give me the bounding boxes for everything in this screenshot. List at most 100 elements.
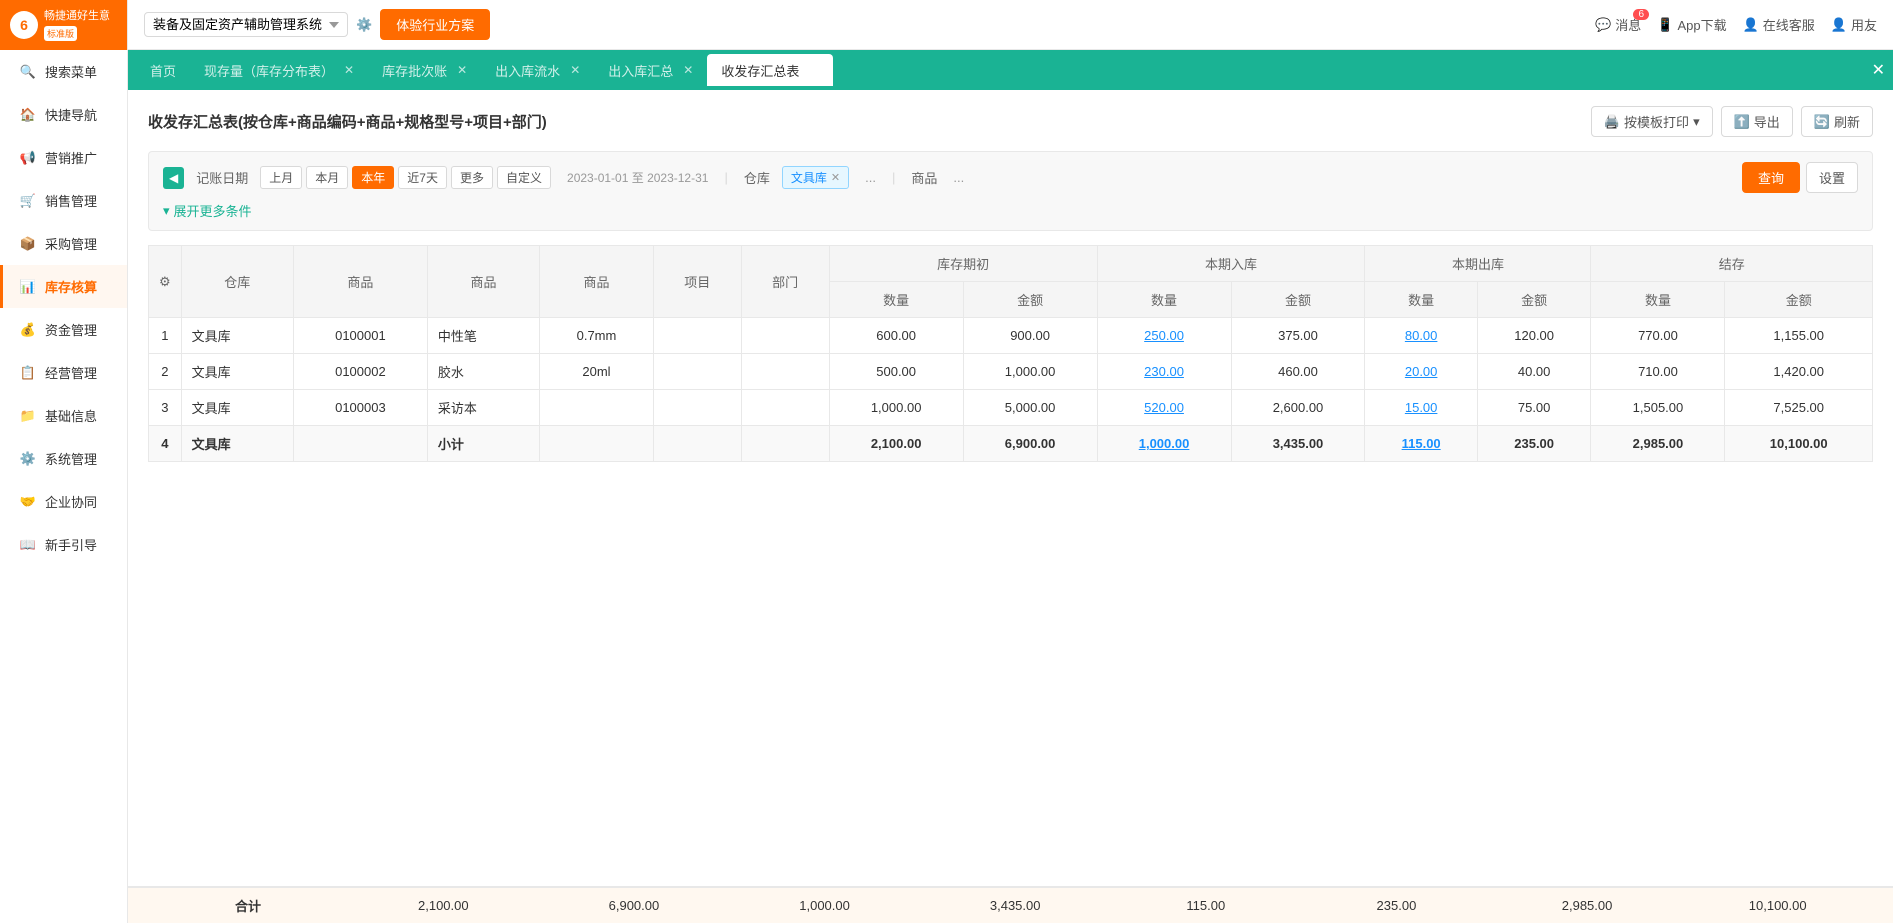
page-content: 收发存汇总表(按仓库+商品编码+商品+规格型号+项目+部门) 🖨️ 按模板打印 …: [128, 90, 1893, 886]
tab-home[interactable]: 首页: [136, 54, 190, 86]
date-btn-last-month[interactable]: 上月: [260, 166, 302, 189]
expand-conditions-btn[interactable]: ▾ 展开更多条件: [163, 201, 1858, 220]
tab-inventory-dist-close[interactable]: ✕: [344, 63, 354, 77]
footer-incoming-qty: 1,000.00: [729, 898, 920, 913]
app-download-label: App下载: [1677, 15, 1726, 34]
th-incoming-amt: 金额: [1231, 282, 1365, 318]
sidebar-item-system[interactable]: ⚙️ 系统管理: [0, 437, 127, 480]
online-service-btn[interactable]: 👤 在线客服: [1743, 15, 1815, 34]
date-btn-7days[interactable]: 近7天: [398, 166, 447, 189]
sidebar-item-label: 经营管理: [45, 363, 97, 382]
row-closing-qty: 770.00: [1591, 318, 1725, 354]
row-department: [741, 390, 829, 426]
row-closing-amt: 10,100.00: [1725, 426, 1873, 462]
sidebar-item-guide[interactable]: 📖 新手引导: [0, 523, 127, 566]
row-outgoing-qty[interactable]: 15.00: [1365, 390, 1477, 426]
system-select[interactable]: 装备及固定资产辅助管理系统: [144, 12, 348, 37]
tab-flow[interactable]: 出入库流水 ✕: [481, 54, 594, 86]
row-incoming-amt: 460.00: [1231, 354, 1365, 390]
tab-collect-summary-close[interactable]: ✕: [809, 63, 819, 77]
search-btn[interactable]: 查询: [1742, 162, 1800, 193]
tab-collect-summary[interactable]: 收发存汇总表 ✕: [707, 54, 833, 86]
sidebar-item-search[interactable]: 🔍 搜索菜单: [0, 50, 127, 93]
inventory-icon: 📊: [19, 278, 37, 296]
row-outgoing-amt: 40.00: [1477, 354, 1591, 390]
row-opening-qty: 2,100.00: [829, 426, 963, 462]
tab-flow-close[interactable]: ✕: [570, 63, 580, 77]
sidebar-item-finance[interactable]: 💰 资金管理: [0, 308, 127, 351]
date-btn-custom[interactable]: 自定义: [497, 166, 551, 189]
tab-batch-label: 库存批次账: [382, 61, 447, 80]
tab-batch[interactable]: 库存批次账 ✕: [368, 54, 481, 86]
row-incoming-qty[interactable]: 230.00: [1097, 354, 1231, 390]
sidebar-item-sales[interactable]: 🛒 销售管理: [0, 179, 127, 222]
experience-btn[interactable]: 体验行业方案: [380, 9, 490, 40]
date-btn-this-month[interactable]: 本月: [306, 166, 348, 189]
service-icon: 👤: [1743, 17, 1759, 33]
set-btn[interactable]: 设置: [1806, 162, 1858, 193]
sidebar-item-enterprise[interactable]: 🤝 企业协同: [0, 480, 127, 523]
th-opening-group: 库存期初: [829, 246, 1097, 282]
sidebar-item-purchase[interactable]: 📦 采购管理: [0, 222, 127, 265]
row-warehouse: 文具库: [181, 426, 293, 462]
sidebar-item-quick-nav[interactable]: 🏠 快捷导航: [0, 93, 127, 136]
refresh-btn[interactable]: 🔄 刷新: [1801, 106, 1873, 137]
th-product-spec: 商品: [540, 246, 654, 318]
tab-inventory-dist[interactable]: 现存量（库存分布表） ✕: [190, 54, 368, 86]
expand-conditions-label: 展开更多条件: [174, 201, 252, 220]
row-incoming-qty[interactable]: 1,000.00: [1097, 426, 1231, 462]
row-opening-amt: 900.00: [963, 318, 1097, 354]
notification-btn[interactable]: 💬 消息 6: [1595, 15, 1641, 34]
row-opening-amt: 6,900.00: [963, 426, 1097, 462]
sidebar-item-label: 销售管理: [45, 191, 97, 210]
tabs-close-all[interactable]: ✕: [1872, 60, 1885, 80]
row-closing-amt: 1,155.00: [1725, 318, 1873, 354]
notification-count: 6: [1633, 9, 1649, 20]
date-btn-more[interactable]: 更多: [451, 166, 493, 189]
header-left: 装备及固定资产辅助管理系统 ⚙️ 体验行业方案: [144, 9, 490, 40]
row-warehouse: 文具库: [181, 354, 293, 390]
online-service-label: 在线客服: [1763, 15, 1815, 34]
row-product-code: 0100001: [293, 318, 427, 354]
th-settings[interactable]: ⚙: [149, 246, 182, 318]
purchase-icon: 📦: [19, 235, 37, 253]
product-more[interactable]: ...: [953, 170, 964, 185]
row-incoming-qty[interactable]: 520.00: [1097, 390, 1231, 426]
tab-batch-close[interactable]: ✕: [457, 63, 467, 77]
row-outgoing-qty[interactable]: 80.00: [1365, 318, 1477, 354]
app-download-btn[interactable]: 📱 App下载: [1657, 15, 1726, 34]
basic-info-icon: 📁: [19, 407, 37, 425]
print-btn[interactable]: 🖨️ 按模板打印 ▾: [1591, 106, 1713, 137]
gear-icon[interactable]: ⚙️: [356, 17, 372, 33]
sidebar-item-marketing[interactable]: 📢 营销推广: [0, 136, 127, 179]
chevron-down-icon: ▾: [1693, 114, 1700, 130]
table-settings-icon[interactable]: ⚙: [159, 274, 171, 289]
warehouse-more[interactable]: ...: [865, 170, 876, 185]
date-btn-this-year[interactable]: 本年: [352, 166, 394, 189]
row-outgoing-qty[interactable]: 20.00: [1365, 354, 1477, 390]
user-btn[interactable]: 👤 用友: [1831, 15, 1877, 34]
filter-collapse-btn[interactable]: ◀: [163, 167, 184, 189]
th-opening-amt: 金额: [963, 282, 1097, 318]
date-range-text: 2023-01-01 至 2023-12-31: [567, 169, 708, 186]
page-title-bar: 收发存汇总表(按仓库+商品编码+商品+规格型号+项目+部门) 🖨️ 按模板打印 …: [148, 106, 1873, 137]
page-title: 收发存汇总表(按仓库+商品编码+商品+规格型号+项目+部门): [148, 111, 547, 132]
warehouse-tag-remove[interactable]: ✕: [831, 171, 840, 184]
tab-summary-close[interactable]: ✕: [683, 63, 693, 77]
page-inner: 收发存汇总表(按仓库+商品编码+商品+规格型号+项目+部门) 🖨️ 按模板打印 …: [128, 90, 1893, 478]
row-opening-amt: 5,000.00: [963, 390, 1097, 426]
row-incoming-qty[interactable]: 250.00: [1097, 318, 1231, 354]
refresh-icon: 🔄: [1814, 114, 1830, 130]
row-outgoing-qty[interactable]: 115.00: [1365, 426, 1477, 462]
warehouse-tag: 文具库 ✕: [782, 166, 849, 189]
th-incoming-group: 本期入库: [1097, 246, 1365, 282]
tab-summary[interactable]: 出入库汇总 ✕: [594, 54, 707, 86]
export-icon: ⬆️: [1734, 114, 1750, 130]
sidebar-item-inventory[interactable]: 📊 库存核算: [0, 265, 127, 308]
tab-flow-label: 出入库流水: [495, 61, 560, 80]
sidebar-item-basic-info[interactable]: 📁 基础信息: [0, 394, 127, 437]
sidebar-item-business[interactable]: 📋 经营管理: [0, 351, 127, 394]
row-outgoing-amt: 75.00: [1477, 390, 1591, 426]
row-product-name: 采访本: [427, 390, 539, 426]
export-btn[interactable]: ⬆️ 导出: [1721, 106, 1793, 137]
